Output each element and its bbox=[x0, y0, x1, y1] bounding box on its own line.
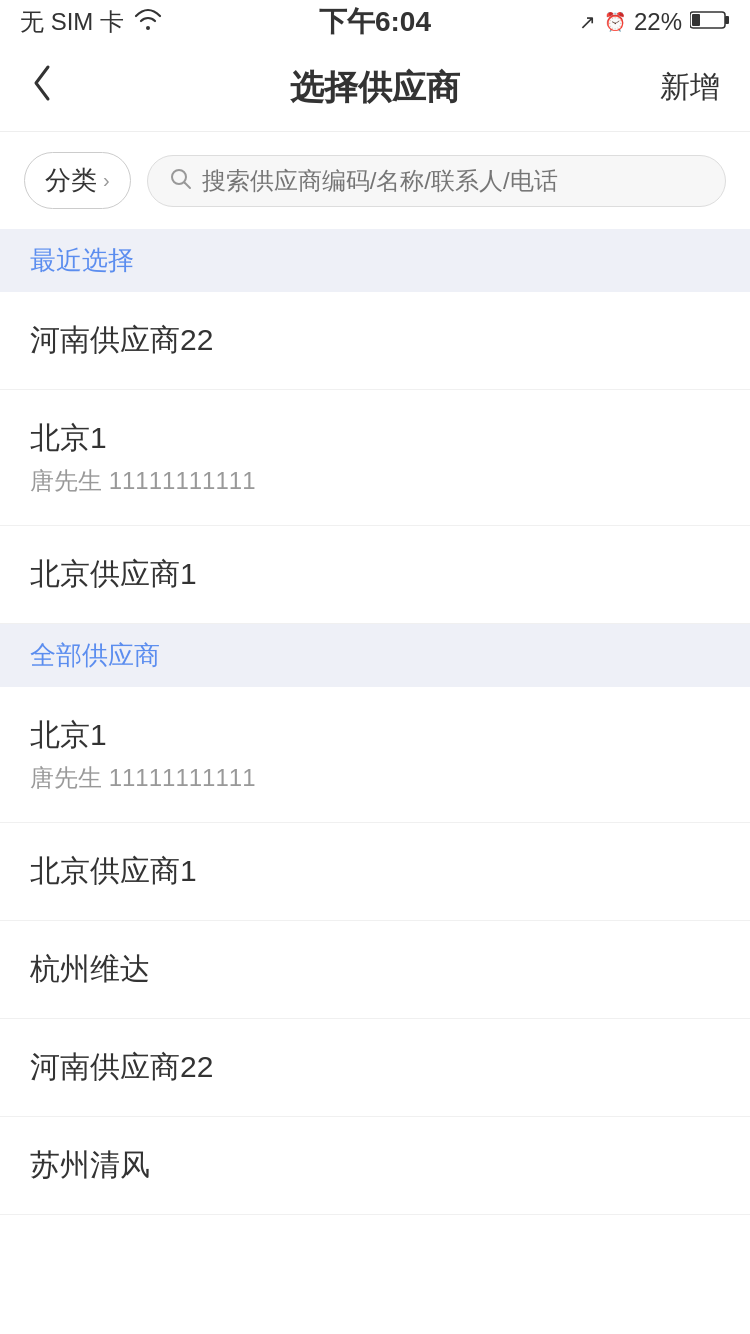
location-icon: ↗ bbox=[579, 10, 596, 34]
category-label: 分类 bbox=[45, 163, 97, 198]
list-item[interactable]: 北京1 唐先生 11111111111 bbox=[0, 390, 750, 526]
category-button[interactable]: 分类 › bbox=[24, 152, 131, 209]
all-list: 北京1 唐先生 11111111111 北京供应商1 杭州维达河南供应商22 苏州清风 bbox=[0, 687, 750, 1215]
item-name: 苏州清风 bbox=[30, 1145, 720, 1186]
item-name: 北京1 bbox=[30, 418, 720, 459]
recent-list: 河南供应商22 北京1 唐先生 11111111111 北京供应商1 bbox=[0, 292, 750, 624]
alarm-icon: ⏰ bbox=[604, 11, 626, 33]
list-item[interactable]: 北京供应商1 bbox=[0, 823, 750, 921]
svg-rect-1 bbox=[725, 16, 729, 24]
recent-section-header: 最近选择 bbox=[0, 229, 750, 292]
search-box bbox=[147, 155, 726, 207]
carrier-text: 无 SIM 卡 bbox=[20, 6, 124, 38]
nav-bar: 选择供应商 新增 bbox=[0, 44, 750, 132]
back-button[interactable] bbox=[30, 63, 90, 112]
item-name: 杭州维达 bbox=[30, 949, 720, 990]
battery-icon bbox=[690, 8, 730, 36]
chevron-right-icon: › bbox=[103, 169, 110, 192]
item-name: 北京1 bbox=[30, 715, 720, 756]
item-sub: 唐先生 11111111111 bbox=[30, 762, 720, 794]
list-item[interactable]: 苏州清风 bbox=[0, 1117, 750, 1215]
wifi-icon bbox=[134, 8, 162, 36]
search-input[interactable] bbox=[202, 167, 705, 195]
recent-section-label: 最近选择 bbox=[30, 245, 134, 275]
list-item[interactable]: 河南供应商22 bbox=[0, 292, 750, 390]
page-title: 选择供应商 bbox=[290, 65, 460, 111]
item-name: 河南供应商22 bbox=[30, 1047, 720, 1088]
status-left: 无 SIM 卡 bbox=[20, 6, 162, 38]
add-button[interactable]: 新增 bbox=[660, 67, 720, 108]
item-name: 北京供应商1 bbox=[30, 851, 720, 892]
filter-bar: 分类 › bbox=[0, 132, 750, 229]
item-sub: 唐先生 11111111111 bbox=[30, 465, 720, 497]
item-name: 河南供应商22 bbox=[30, 320, 720, 361]
svg-line-4 bbox=[184, 182, 190, 188]
item-name: 北京供应商1 bbox=[30, 554, 720, 595]
search-icon bbox=[168, 166, 192, 196]
all-section-label: 全部供应商 bbox=[30, 640, 160, 670]
list-item[interactable]: 杭州维达 bbox=[0, 921, 750, 1019]
list-item[interactable]: 北京供应商1 bbox=[0, 526, 750, 624]
all-section-header: 全部供应商 bbox=[0, 624, 750, 687]
status-right: ↗ ⏰ 22% bbox=[579, 8, 730, 36]
status-bar: 无 SIM 卡 下午6:04 ↗ ⏰ 22% bbox=[0, 0, 750, 44]
battery-text: 22% bbox=[634, 8, 682, 36]
svg-rect-2 bbox=[692, 14, 700, 26]
status-time: 下午6:04 bbox=[319, 3, 431, 41]
list-item[interactable]: 北京1 唐先生 11111111111 bbox=[0, 687, 750, 823]
list-item[interactable]: 河南供应商22 bbox=[0, 1019, 750, 1117]
